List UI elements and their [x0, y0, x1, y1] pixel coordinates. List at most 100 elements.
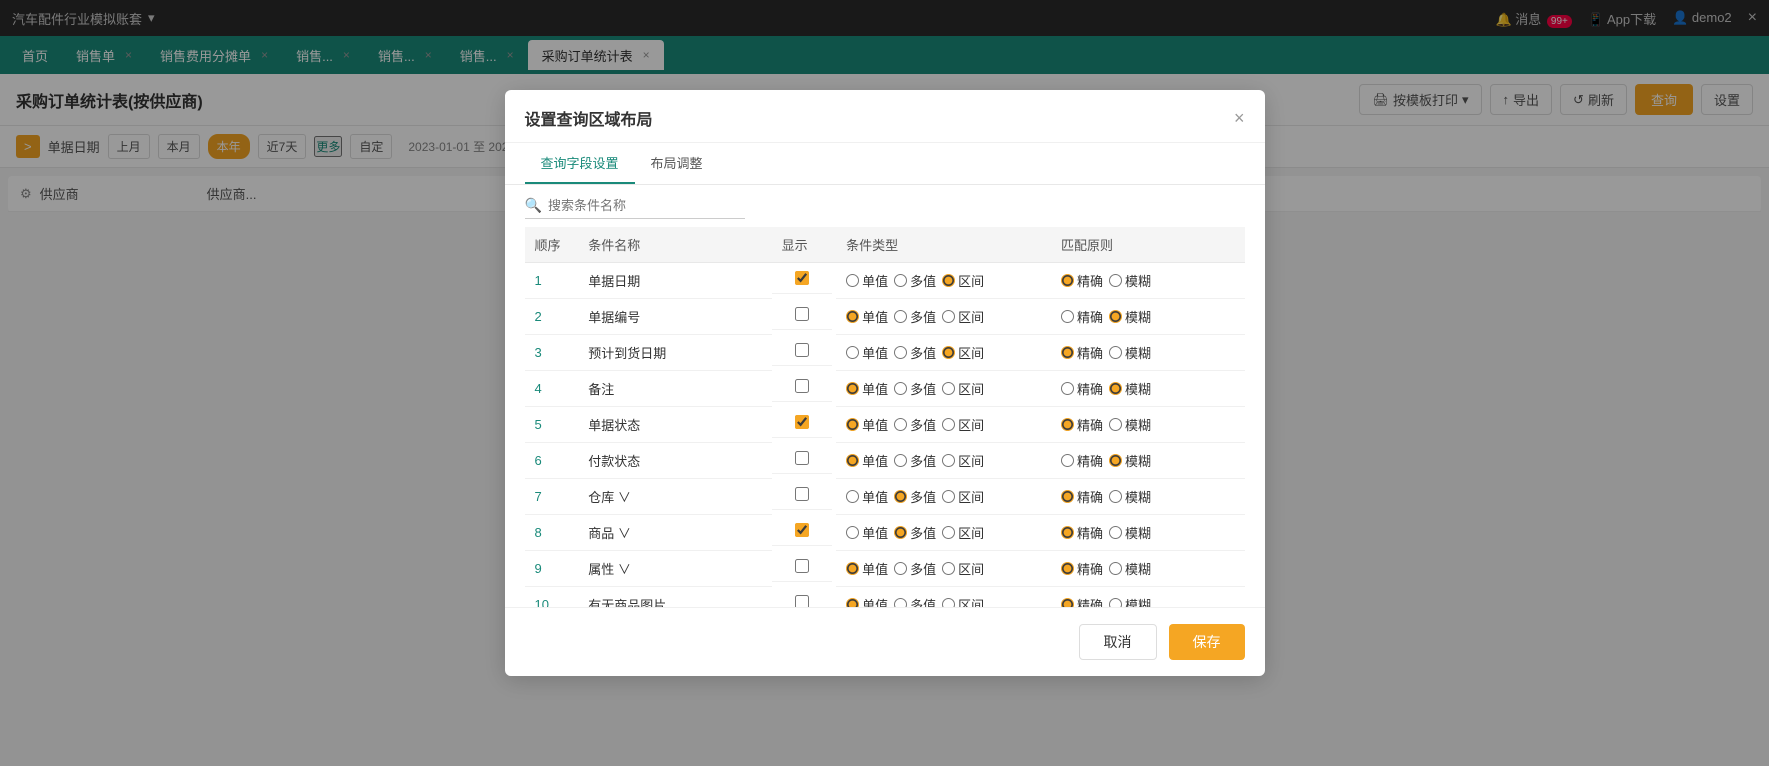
- search-input[interactable]: [548, 198, 728, 213]
- type-radio-单值[interactable]: 单值: [846, 379, 888, 398]
- type-radio-区间[interactable]: 区间: [942, 343, 984, 362]
- type-radio-多值[interactable]: 多值: [894, 343, 936, 362]
- row-name: 商品 ∨: [578, 515, 771, 551]
- match-radio-模糊[interactable]: 模糊: [1109, 271, 1151, 290]
- type-radio-多值[interactable]: 多值: [894, 271, 936, 290]
- row-match-group[interactable]: 精确模糊: [1051, 515, 1244, 551]
- row-type-group[interactable]: 单值多值区间: [836, 479, 1051, 515]
- match-radio-精确[interactable]: 精确: [1061, 559, 1103, 578]
- type-radio-单值[interactable]: 单值: [846, 559, 888, 578]
- row-name: 单据日期: [578, 263, 771, 299]
- row-display-checkbox[interactable]: [772, 515, 832, 546]
- row-match-group[interactable]: 精确模糊: [1051, 263, 1244, 299]
- row-display-checkbox[interactable]: [772, 443, 832, 474]
- row-match-group[interactable]: 精确模糊: [1051, 407, 1244, 443]
- type-radio-区间[interactable]: 区间: [942, 523, 984, 542]
- table-row: 1单据日期单值多值区间精确模糊: [525, 263, 1245, 299]
- type-radio-单值[interactable]: 单值: [846, 343, 888, 362]
- cancel-button[interactable]: 取消: [1079, 624, 1157, 660]
- row-display-checkbox[interactable]: [772, 587, 832, 608]
- type-radio-区间[interactable]: 区间: [942, 559, 984, 578]
- type-radio-单值[interactable]: 单值: [846, 451, 888, 470]
- type-radio-单值[interactable]: 单值: [846, 271, 888, 290]
- match-radio-精确[interactable]: 精确: [1061, 307, 1103, 326]
- type-radio-区间[interactable]: 区间: [942, 271, 984, 290]
- row-match-group[interactable]: 精确模糊: [1051, 443, 1244, 479]
- row-name: 预计到货日期: [578, 335, 771, 371]
- row-type-group[interactable]: 单值多值区间: [836, 515, 1051, 551]
- match-radio-精确[interactable]: 精确: [1061, 415, 1103, 434]
- row-type-group[interactable]: 单值多值区间: [836, 587, 1051, 608]
- match-radio-精确[interactable]: 精确: [1061, 487, 1103, 506]
- match-radio-模糊[interactable]: 模糊: [1109, 487, 1151, 506]
- match-radio-精确[interactable]: 精确: [1061, 523, 1103, 542]
- dialog-tab-layout[interactable]: 布局调整: [635, 143, 719, 184]
- type-radio-多值[interactable]: 多值: [894, 415, 936, 434]
- dialog-tab-query[interactable]: 查询字段设置: [525, 143, 635, 184]
- row-match-group[interactable]: 精确模糊: [1051, 299, 1244, 335]
- match-radio-模糊[interactable]: 模糊: [1109, 343, 1151, 362]
- match-radio-精确[interactable]: 精确: [1061, 595, 1103, 607]
- row-display-checkbox[interactable]: [772, 299, 832, 330]
- match-radio-模糊[interactable]: 模糊: [1109, 559, 1151, 578]
- match-radio-精确[interactable]: 精确: [1061, 379, 1103, 398]
- table-row: 3预计到货日期单值多值区间精确模糊: [525, 335, 1245, 371]
- type-radio-多值[interactable]: 多值: [894, 307, 936, 326]
- row-display-checkbox[interactable]: [772, 263, 832, 294]
- save-button[interactable]: 保存: [1169, 624, 1245, 660]
- row-type-group[interactable]: 单值多值区间: [836, 299, 1051, 335]
- match-radio-模糊[interactable]: 模糊: [1109, 307, 1151, 326]
- fields-table: 顺序 条件名称 显示 条件类型 匹配原则 1单据日期单值多值区间精确模糊2单据编…: [525, 227, 1245, 607]
- row-match-group[interactable]: 精确模糊: [1051, 335, 1244, 371]
- type-radio-多值[interactable]: 多值: [894, 523, 936, 542]
- dialog-close-button[interactable]: ×: [1234, 109, 1245, 127]
- row-display-checkbox[interactable]: [772, 407, 832, 438]
- type-radio-单值[interactable]: 单值: [846, 415, 888, 434]
- row-order: 1: [525, 263, 579, 299]
- match-radio-模糊[interactable]: 模糊: [1109, 451, 1151, 470]
- type-radio-单值[interactable]: 单值: [846, 307, 888, 326]
- row-type-group[interactable]: 单值多值区间: [836, 335, 1051, 371]
- type-radio-区间[interactable]: 区间: [942, 595, 984, 607]
- dialog-table-wrap: 顺序 条件名称 显示 条件类型 匹配原则 1单据日期单值多值区间精确模糊2单据编…: [505, 227, 1265, 607]
- match-radio-模糊[interactable]: 模糊: [1109, 379, 1151, 398]
- type-radio-区间[interactable]: 区间: [942, 415, 984, 434]
- type-radio-多值[interactable]: 多值: [894, 379, 936, 398]
- type-radio-区间[interactable]: 区间: [942, 307, 984, 326]
- type-radio-区间[interactable]: 区间: [942, 487, 984, 506]
- match-radio-模糊[interactable]: 模糊: [1109, 415, 1151, 434]
- match-radio-精确[interactable]: 精确: [1061, 343, 1103, 362]
- row-name: 付款状态: [578, 443, 771, 479]
- row-order: 5: [525, 407, 579, 443]
- match-radio-模糊[interactable]: 模糊: [1109, 595, 1151, 607]
- row-display-checkbox[interactable]: [772, 479, 832, 510]
- row-type-group[interactable]: 单值多值区间: [836, 443, 1051, 479]
- type-radio-多值[interactable]: 多值: [894, 451, 936, 470]
- row-match-group[interactable]: 精确模糊: [1051, 479, 1244, 515]
- dialog-footer: 取消 保存: [505, 607, 1265, 676]
- type-radio-多值[interactable]: 多值: [894, 595, 936, 607]
- row-display-checkbox[interactable]: [772, 371, 832, 402]
- match-radio-精确[interactable]: 精确: [1061, 451, 1103, 470]
- type-radio-多值[interactable]: 多值: [894, 559, 936, 578]
- type-radio-单值[interactable]: 单值: [846, 595, 888, 607]
- type-radio-区间[interactable]: 区间: [942, 379, 984, 398]
- row-order: 7: [525, 479, 579, 515]
- row-display-checkbox[interactable]: [772, 335, 832, 366]
- row-type-group[interactable]: 单值多值区间: [836, 407, 1051, 443]
- type-radio-单值[interactable]: 单值: [846, 523, 888, 542]
- row-match-group[interactable]: 精确模糊: [1051, 371, 1244, 407]
- row-type-group[interactable]: 单值多值区间: [836, 371, 1051, 407]
- row-match-group[interactable]: 精确模糊: [1051, 551, 1244, 587]
- search-input-wrap: 🔍: [525, 197, 745, 219]
- row-match-group[interactable]: 精确模糊: [1051, 587, 1244, 608]
- row-type-group[interactable]: 单值多值区间: [836, 551, 1051, 587]
- row-display-checkbox[interactable]: [772, 551, 832, 582]
- match-radio-精确[interactable]: 精确: [1061, 271, 1103, 290]
- match-radio-模糊[interactable]: 模糊: [1109, 523, 1151, 542]
- type-radio-多值[interactable]: 多值: [894, 487, 936, 506]
- type-radio-单值[interactable]: 单值: [846, 487, 888, 506]
- row-type-group[interactable]: 单值多值区间: [836, 263, 1051, 299]
- th-name: 条件名称: [578, 227, 771, 263]
- type-radio-区间[interactable]: 区间: [942, 451, 984, 470]
